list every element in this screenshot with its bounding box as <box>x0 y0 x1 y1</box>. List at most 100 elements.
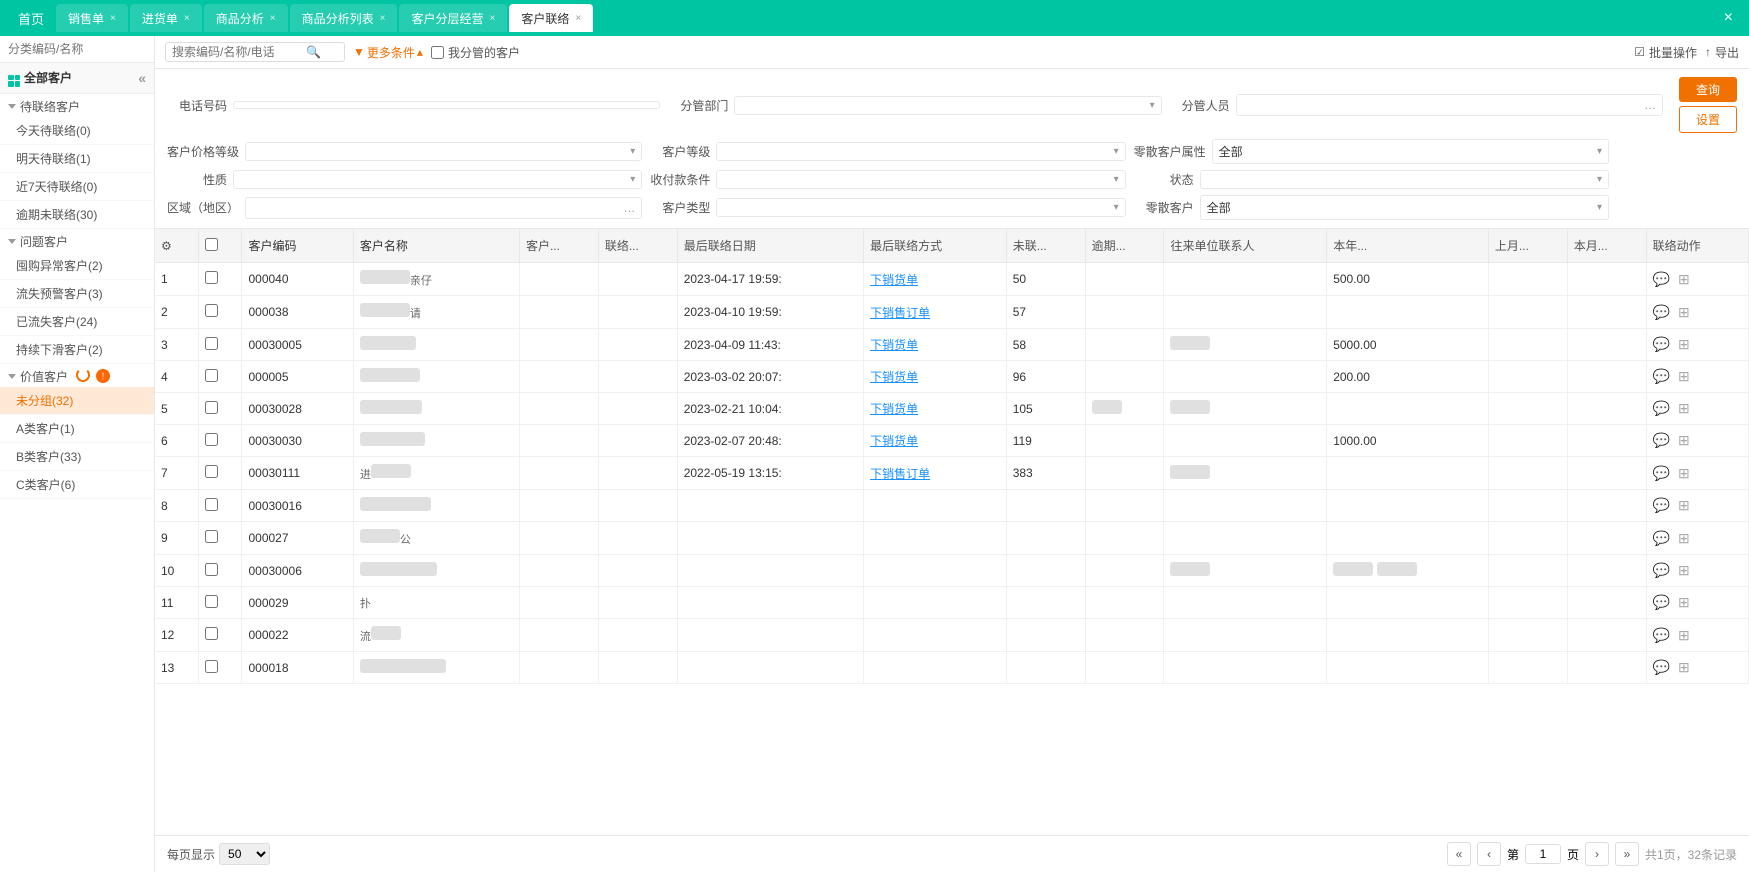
reset-button[interactable]: 设置 <box>1679 106 1737 133</box>
sidebar-item-class-c[interactable]: C类客户(6) <box>0 471 154 499</box>
grid-action-icon[interactable]: ⊞ <box>1678 659 1690 676</box>
row-select-checkbox[interactable] <box>205 271 218 284</box>
last-page-button[interactable]: » <box>1615 842 1639 866</box>
grid-action-icon[interactable]: ⊞ <box>1678 271 1690 288</box>
filter-region-select[interactable]: … <box>245 197 642 219</box>
sidebar-item-today-pending[interactable]: 今天待联络(0) <box>0 117 154 145</box>
grid-action-icon[interactable]: ⊞ <box>1678 304 1690 321</box>
filter-person-select[interactable]: … <box>1236 94 1663 116</box>
filter-phone-input[interactable] <box>233 101 660 109</box>
sidebar-item-overdue-pending[interactable]: 逾期未联络(30) <box>0 201 154 229</box>
next-page-button[interactable]: › <box>1585 842 1609 866</box>
grid-action-icon[interactable]: ⊞ <box>1678 627 1690 644</box>
sidebar-group-pending[interactable]: 待联络客户 <box>0 94 154 117</box>
close-purchase-order-icon[interactable]: × <box>184 13 190 24</box>
last-method-link[interactable]: 下销货单 <box>870 402 918 416</box>
sidebar-search-input[interactable] <box>8 42 155 56</box>
sidebar-group-problem[interactable]: 问题客户 <box>0 229 154 252</box>
sidebar-group-value[interactable]: 价值客户 ! <box>0 364 154 387</box>
tab-customer-tier[interactable]: 客户分层经营 × <box>399 4 507 32</box>
row-select-checkbox[interactable] <box>205 337 218 350</box>
row-select-checkbox[interactable] <box>205 498 218 511</box>
close-product-analysis-icon[interactable]: × <box>270 13 276 24</box>
grid-action-icon[interactable]: ⊞ <box>1678 562 1690 579</box>
filter-retail-attr-select[interactable]: 全部▾ <box>1212 139 1609 164</box>
last-method-link[interactable]: 下销货单 <box>870 434 918 448</box>
tab-product-analysis[interactable]: 商品分析 × <box>204 4 288 32</box>
chat-action-icon[interactable]: 💬 <box>1653 465 1670 482</box>
tab-product-analysis-list[interactable]: 商品分析列表 × <box>290 4 398 32</box>
export-button[interactable]: ↑ 导出 <box>1705 44 1739 61</box>
grid-action-icon[interactable]: ⊞ <box>1678 465 1690 482</box>
more-conditions-button[interactable]: ▼ 更多条件 ▴ <box>353 44 423 61</box>
tab-customer-contact[interactable]: 客户联络 × <box>509 4 593 32</box>
col-customer-name[interactable]: 客户名称 <box>353 229 519 263</box>
chat-action-icon[interactable]: 💬 <box>1653 368 1670 385</box>
chat-action-icon[interactable]: 💬 <box>1653 627 1670 644</box>
tab-sales-order[interactable]: 销售单 × <box>56 4 128 32</box>
last-method-link[interactable]: 下销货单 <box>870 370 918 384</box>
grid-action-icon[interactable]: ⊞ <box>1678 497 1690 514</box>
batch-operation-button[interactable]: ☑ 批量操作 <box>1634 44 1697 61</box>
select-all-checkbox[interactable] <box>205 238 218 251</box>
chat-action-icon[interactable]: 💬 <box>1653 271 1670 288</box>
close-customer-contact-icon[interactable]: × <box>575 13 581 24</box>
page-number-input[interactable] <box>1525 844 1561 864</box>
sidebar-item-declining[interactable]: 持续下滑客户(2) <box>0 336 154 364</box>
last-method-link[interactable]: 下销售订单 <box>870 467 930 481</box>
chat-action-icon[interactable]: 💬 <box>1653 530 1670 547</box>
sidebar-item-class-a[interactable]: A类客户(1) <box>0 415 154 443</box>
sidebar-collapse-icon[interactable]: « <box>138 70 146 86</box>
row-select-checkbox[interactable] <box>205 563 218 576</box>
home-tab[interactable]: 首页 <box>8 9 54 28</box>
sidebar-item-churned[interactable]: 已流失客户(24) <box>0 308 154 336</box>
sidebar-item-churn-warning[interactable]: 流失预警客户(3) <box>0 280 154 308</box>
close-customer-tier-icon[interactable]: × <box>489 13 495 24</box>
col-settings[interactable]: ⚙ <box>155 229 198 263</box>
row-select-checkbox[interactable] <box>205 465 218 478</box>
search-input[interactable] <box>172 45 302 59</box>
filter-payment-select[interactable]: ▾ <box>716 170 1125 189</box>
chat-action-icon[interactable]: 💬 <box>1653 432 1670 449</box>
filter-customer-type-select[interactable]: ▾ <box>716 198 1125 217</box>
sidebar-item-abnormal[interactable]: 囤购异常客户(2) <box>0 252 154 280</box>
grid-action-icon[interactable]: ⊞ <box>1678 594 1690 611</box>
chat-action-icon[interactable]: 💬 <box>1653 594 1670 611</box>
close-sales-order-icon[interactable]: × <box>110 13 116 24</box>
all-customers-item[interactable]: 全部客户 « <box>0 63 154 94</box>
filter-status-select[interactable]: ▾ <box>1200 170 1609 189</box>
row-select-checkbox[interactable] <box>205 401 218 414</box>
sidebar-item-ungrouped[interactable]: 未分组(32) <box>0 387 154 415</box>
prev-page-button[interactable]: ‹ <box>1477 842 1501 866</box>
row-select-checkbox[interactable] <box>205 660 218 673</box>
my-customers-checkbox[interactable] <box>431 46 444 59</box>
filter-retail-customer-select[interactable]: 全部▾ <box>1200 195 1609 220</box>
grid-action-icon[interactable]: ⊞ <box>1678 400 1690 417</box>
grid-action-icon[interactable]: ⊞ <box>1678 336 1690 353</box>
row-select-checkbox[interactable] <box>205 627 218 640</box>
sidebar-item-class-b[interactable]: B类客户(33) <box>0 443 154 471</box>
row-select-checkbox[interactable] <box>205 595 218 608</box>
query-button[interactable]: 查询 <box>1679 77 1737 102</box>
row-select-checkbox[interactable] <box>205 304 218 317</box>
chat-action-icon[interactable]: 💬 <box>1653 659 1670 676</box>
filter-price-level-select[interactable]: ▾ <box>245 142 642 161</box>
row-select-checkbox[interactable] <box>205 433 218 446</box>
first-page-button[interactable]: « <box>1447 842 1471 866</box>
sidebar-item-tomorrow-pending[interactable]: 明天待联络(1) <box>0 145 154 173</box>
last-method-link[interactable]: 下销货单 <box>870 273 918 287</box>
grid-action-icon[interactable]: ⊞ <box>1678 368 1690 385</box>
chat-action-icon[interactable]: 💬 <box>1653 562 1670 579</box>
chat-action-icon[interactable]: 💬 <box>1653 400 1670 417</box>
chat-action-icon[interactable]: 💬 <box>1653 304 1670 321</box>
last-method-link[interactable]: 下销售订单 <box>870 306 930 320</box>
per-page-select[interactable]: 50 100 200 <box>219 843 270 865</box>
col-customer-code[interactable]: 客户编码 <box>242 229 353 263</box>
row-select-checkbox[interactable] <box>205 369 218 382</box>
row-select-checkbox[interactable] <box>205 530 218 543</box>
filter-department-select[interactable]: ▾ <box>734 96 1161 115</box>
last-method-link[interactable]: 下销货单 <box>870 338 918 352</box>
filter-nature-select[interactable]: ▾ <box>233 170 642 189</box>
chat-action-icon[interactable]: 💬 <box>1653 336 1670 353</box>
grid-action-icon[interactable]: ⊞ <box>1678 432 1690 449</box>
